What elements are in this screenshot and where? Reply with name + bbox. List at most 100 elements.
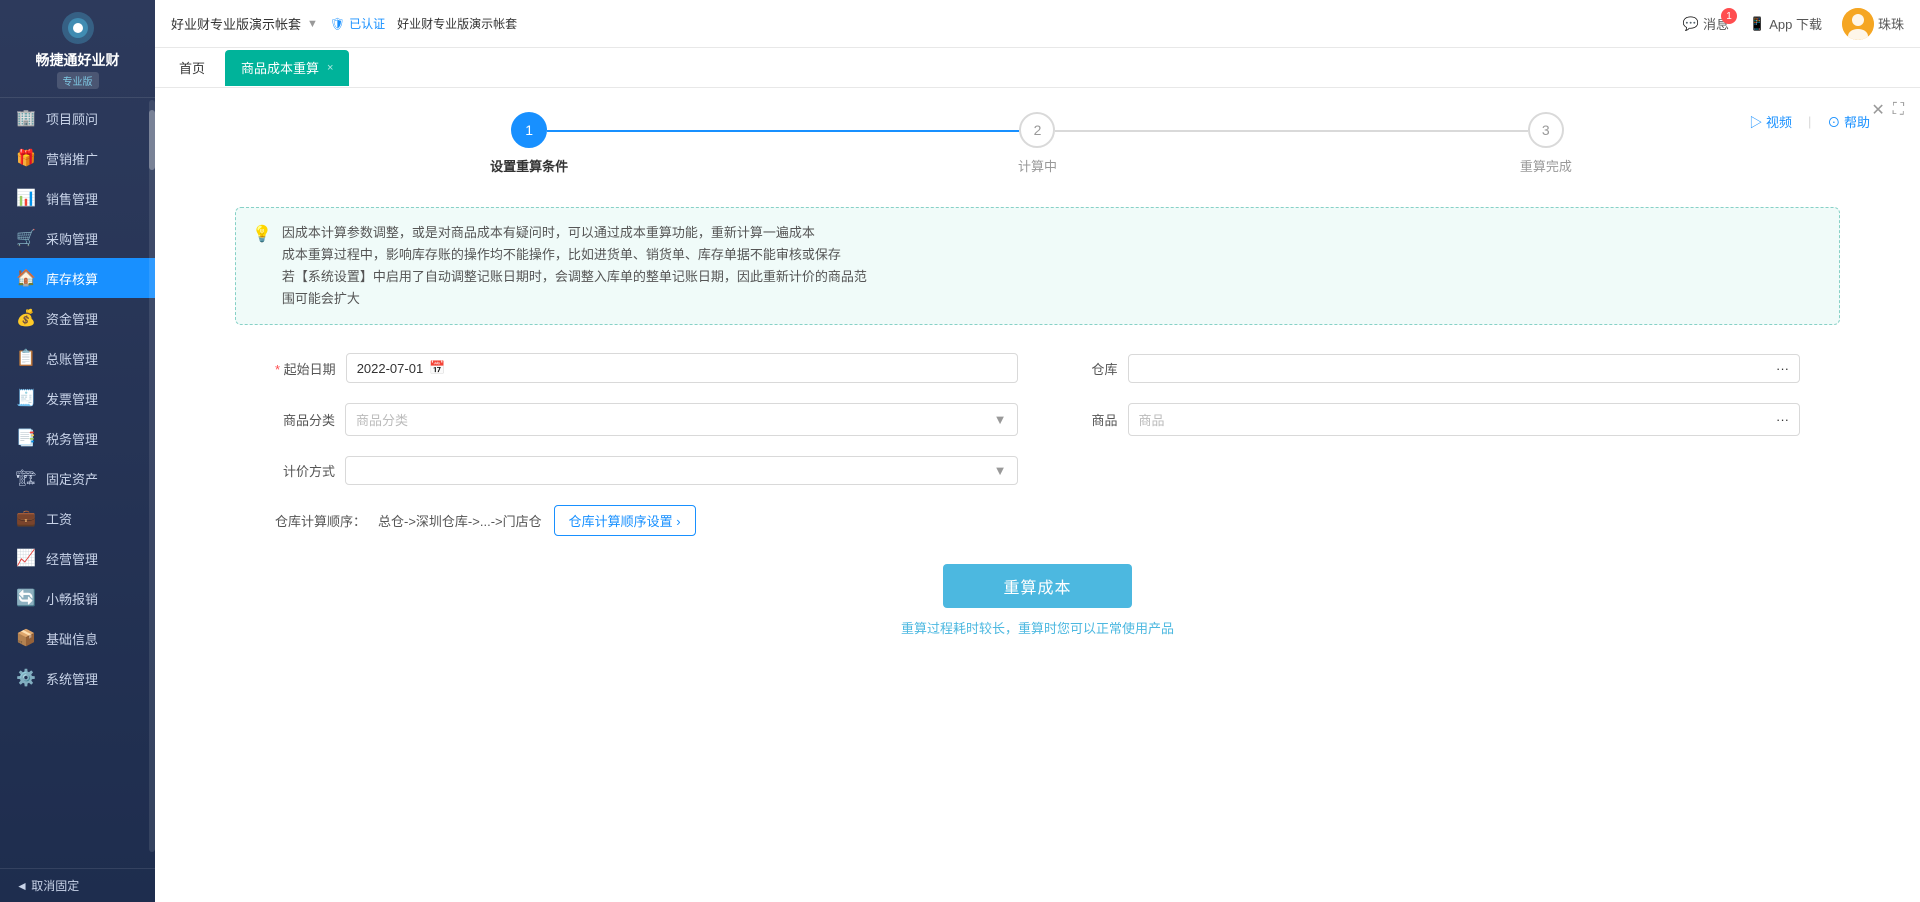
certified-text: 已认证 bbox=[349, 15, 385, 32]
recalc-section: 重算成本 重算过程耗时较长，重算时您可以正常使用产品 bbox=[195, 564, 1880, 637]
certified-badge: 🛡 已认证 bbox=[330, 15, 385, 32]
tab-home[interactable]: 首页 bbox=[163, 50, 221, 86]
sidebar-item-label: 工资 bbox=[46, 509, 72, 528]
message-icon: 💬 bbox=[1683, 16, 1699, 32]
info-line-3: 若【系统设置】中启用了自动调整记账日期时，会调整入库单的整单记账日期，因此重新计… bbox=[282, 266, 867, 288]
notification-badge: 1 bbox=[1721, 8, 1737, 24]
sidebar-item-system[interactable]: ⚙️ 系统管理 bbox=[0, 658, 155, 698]
user-name: 珠珠 bbox=[1878, 14, 1904, 33]
start-date-input[interactable]: 2022-07-01 📅 bbox=[346, 353, 1018, 383]
sidebar-item-tax[interactable]: 📑 税务管理 bbox=[0, 418, 155, 458]
main-area: 好业财专业版演示帐套 ▼ 🛡 已认证 好业财专业版演示帐套 💬 消息 1 📱 A… bbox=[155, 0, 1920, 902]
recalc-hint: 重算过程耗时较长，重算时您可以正常使用产品 bbox=[901, 618, 1174, 637]
sidebar-item-salary[interactable]: 💼 工资 bbox=[0, 498, 155, 538]
account-selector[interactable]: 好业财专业版演示帐套 ▼ bbox=[171, 14, 318, 33]
sidebar-item-label: 系统管理 bbox=[46, 669, 98, 688]
project-icon: 🏢 bbox=[16, 108, 36, 128]
sidebar-item-label: 销售管理 bbox=[46, 189, 98, 208]
warehouse-label: 仓库 bbox=[1058, 359, 1118, 378]
sidebar-item-base[interactable]: 📦 基础信息 bbox=[0, 618, 155, 658]
message-button[interactable]: 💬 消息 1 bbox=[1683, 14, 1729, 33]
expand-window-icon[interactable]: ⛶ bbox=[1893, 101, 1904, 119]
sales-icon: 📊 bbox=[16, 188, 36, 208]
field-warehouse: 仓库 ··· bbox=[1058, 354, 1801, 383]
sidebar-item-label: 营销推广 bbox=[46, 149, 98, 168]
inventory-icon: 🏠 bbox=[16, 268, 36, 288]
finance-icon: 💰 bbox=[16, 308, 36, 328]
topbar-actions: 💬 消息 1 📱 App 下载 珠珠 bbox=[1683, 8, 1904, 40]
step-1-line bbox=[547, 130, 1019, 132]
info-icon: 💡 bbox=[252, 224, 272, 310]
user-avatar[interactable]: 珠珠 bbox=[1842, 8, 1904, 40]
calendar-icon[interactable]: 📅 bbox=[429, 360, 445, 376]
sidebar-item-marketing[interactable]: 🎁 营销推广 bbox=[0, 138, 155, 178]
base-icon: 📦 bbox=[16, 628, 36, 648]
avatar-image bbox=[1842, 8, 1874, 40]
warehouse-input[interactable]: ··· bbox=[1128, 354, 1801, 383]
warehouse-order-settings-btn[interactable]: 仓库计算顺序设置 › bbox=[554, 505, 696, 536]
field-goods: 商品 商品 ··· bbox=[1058, 403, 1801, 436]
price-mode-label: 计价方式 bbox=[275, 461, 335, 480]
app-logo-icon bbox=[60, 10, 96, 46]
goods-label: 商品 bbox=[1058, 410, 1118, 429]
purchase-icon: 🛒 bbox=[16, 228, 36, 248]
step-3-circle: 3 bbox=[1528, 112, 1564, 148]
sidebar-item-fixed[interactable]: 🏗 固定资产 bbox=[0, 458, 155, 498]
warehouse-dots-icon: ··· bbox=[1776, 361, 1789, 376]
sidebar-collapse-btn[interactable]: ◄ 取消固定 bbox=[0, 868, 155, 902]
sidebar-item-accounting[interactable]: 📋 总账管理 bbox=[0, 338, 155, 378]
app-download-button[interactable]: 📱 App 下载 bbox=[1749, 14, 1822, 33]
sidebar: 畅捷通好业财 专业版 🏢 项目顾问 🎁 营销推广 📊 销售管理 🛒 采购管理 🏠… bbox=[0, 0, 155, 902]
info-box: 💡 因成本计算参数调整，或是对商品成本有疑问时，可以通过成本重算功能，重新计算一… bbox=[235, 207, 1840, 325]
warehouse-order-value: 总仓->深圳仓库->...->门店仓 bbox=[378, 511, 542, 530]
step-2-label: 计算中 bbox=[1018, 156, 1057, 175]
tab-cost-recalc[interactable]: 商品成本重算 × bbox=[225, 50, 349, 86]
sidebar-item-label: 经营管理 bbox=[46, 549, 98, 568]
sidebar-item-label: 基础信息 bbox=[46, 629, 98, 648]
info-line-1: 因成本计算参数调整，或是对商品成本有疑问时，可以通过成本重算功能，重新计算一遍成… bbox=[282, 222, 867, 244]
step-1-circle: 1 bbox=[511, 112, 547, 148]
sidebar-item-purchase[interactable]: 🛒 采购管理 bbox=[0, 218, 155, 258]
account-name: 好业财专业版演示帐套 bbox=[171, 14, 301, 33]
recalc-button[interactable]: 重算成本 bbox=[943, 564, 1131, 608]
sidebar-item-label: 项目顾问 bbox=[46, 109, 98, 128]
sidebar-item-project[interactable]: 🏢 项目顾问 bbox=[0, 98, 155, 138]
warehouse-order-row: 仓库计算顺序： 总仓->深圳仓库->...->门店仓 仓库计算顺序设置 › bbox=[195, 505, 1880, 536]
sidebar-item-invoice[interactable]: 🧾 发票管理 bbox=[0, 378, 155, 418]
system-icon: ⚙️ bbox=[16, 668, 36, 688]
step-1: 1 设置重算条件 bbox=[275, 112, 783, 175]
step-3-label: 重算完成 bbox=[1520, 156, 1572, 175]
sidebar-item-operation[interactable]: 📈 经营管理 bbox=[0, 538, 155, 578]
form-row-2: 商品分类 商品分类 ▼ 商品 商品 ··· bbox=[275, 403, 1800, 436]
expense-icon: 🔄 bbox=[16, 588, 36, 608]
phone-icon: 📱 bbox=[1749, 16, 1765, 32]
price-mode-select[interactable]: ▼ bbox=[345, 456, 1018, 485]
category-select[interactable]: 商品分类 ▼ bbox=[345, 403, 1018, 436]
sidebar-item-expense[interactable]: 🔄 小畅报销 bbox=[0, 578, 155, 618]
sidebar-item-inventory[interactable]: 🏠 库存核算 bbox=[0, 258, 155, 298]
sidebar-item-label: 发票管理 bbox=[46, 389, 98, 408]
tab-active-label: 商品成本重算 bbox=[241, 58, 319, 77]
sidebar-logo-badge: 专业版 bbox=[57, 72, 99, 89]
sidebar-item-label: 小畅报销 bbox=[46, 589, 98, 608]
goods-input[interactable]: 商品 ··· bbox=[1128, 403, 1801, 436]
topbar: 好业财专业版演示帐套 ▼ 🛡 已认证 好业财专业版演示帐套 💬 消息 1 📱 A… bbox=[155, 0, 1920, 48]
sidebar-item-sales[interactable]: 📊 销售管理 bbox=[0, 178, 155, 218]
sidebar-item-finance[interactable]: 💰 资金管理 bbox=[0, 298, 155, 338]
info-text: 因成本计算参数调整，或是对商品成本有疑问时，可以通过成本重算功能，重新计算一遍成… bbox=[282, 222, 867, 310]
steps-container: 1 设置重算条件 2 计算中 3 重算完成 bbox=[195, 112, 1880, 175]
sidebar-item-label: 总账管理 bbox=[46, 349, 98, 368]
app-label: App 下载 bbox=[1769, 14, 1822, 33]
form-row-1: 起始日期 2022-07-01 📅 仓库 ··· bbox=[275, 353, 1800, 383]
field-price-mode: 计价方式 ▼ bbox=[275, 456, 1018, 485]
price-mode-dropdown-icon: ▼ bbox=[994, 463, 1007, 478]
tab-close-icon[interactable]: × bbox=[327, 62, 333, 74]
collapse-label: ◄ 取消固定 bbox=[16, 877, 79, 894]
form-row-3: 计价方式 ▼ bbox=[275, 456, 1800, 485]
invoice-icon: 🧾 bbox=[16, 388, 36, 408]
salary-icon: 💼 bbox=[16, 508, 36, 528]
goods-placeholder: 商品 bbox=[1139, 410, 1777, 429]
sidebar-item-label: 税务管理 bbox=[46, 429, 98, 448]
field-start-date: 起始日期 2022-07-01 📅 bbox=[275, 353, 1018, 383]
start-date-value: 2022-07-01 bbox=[357, 361, 424, 376]
